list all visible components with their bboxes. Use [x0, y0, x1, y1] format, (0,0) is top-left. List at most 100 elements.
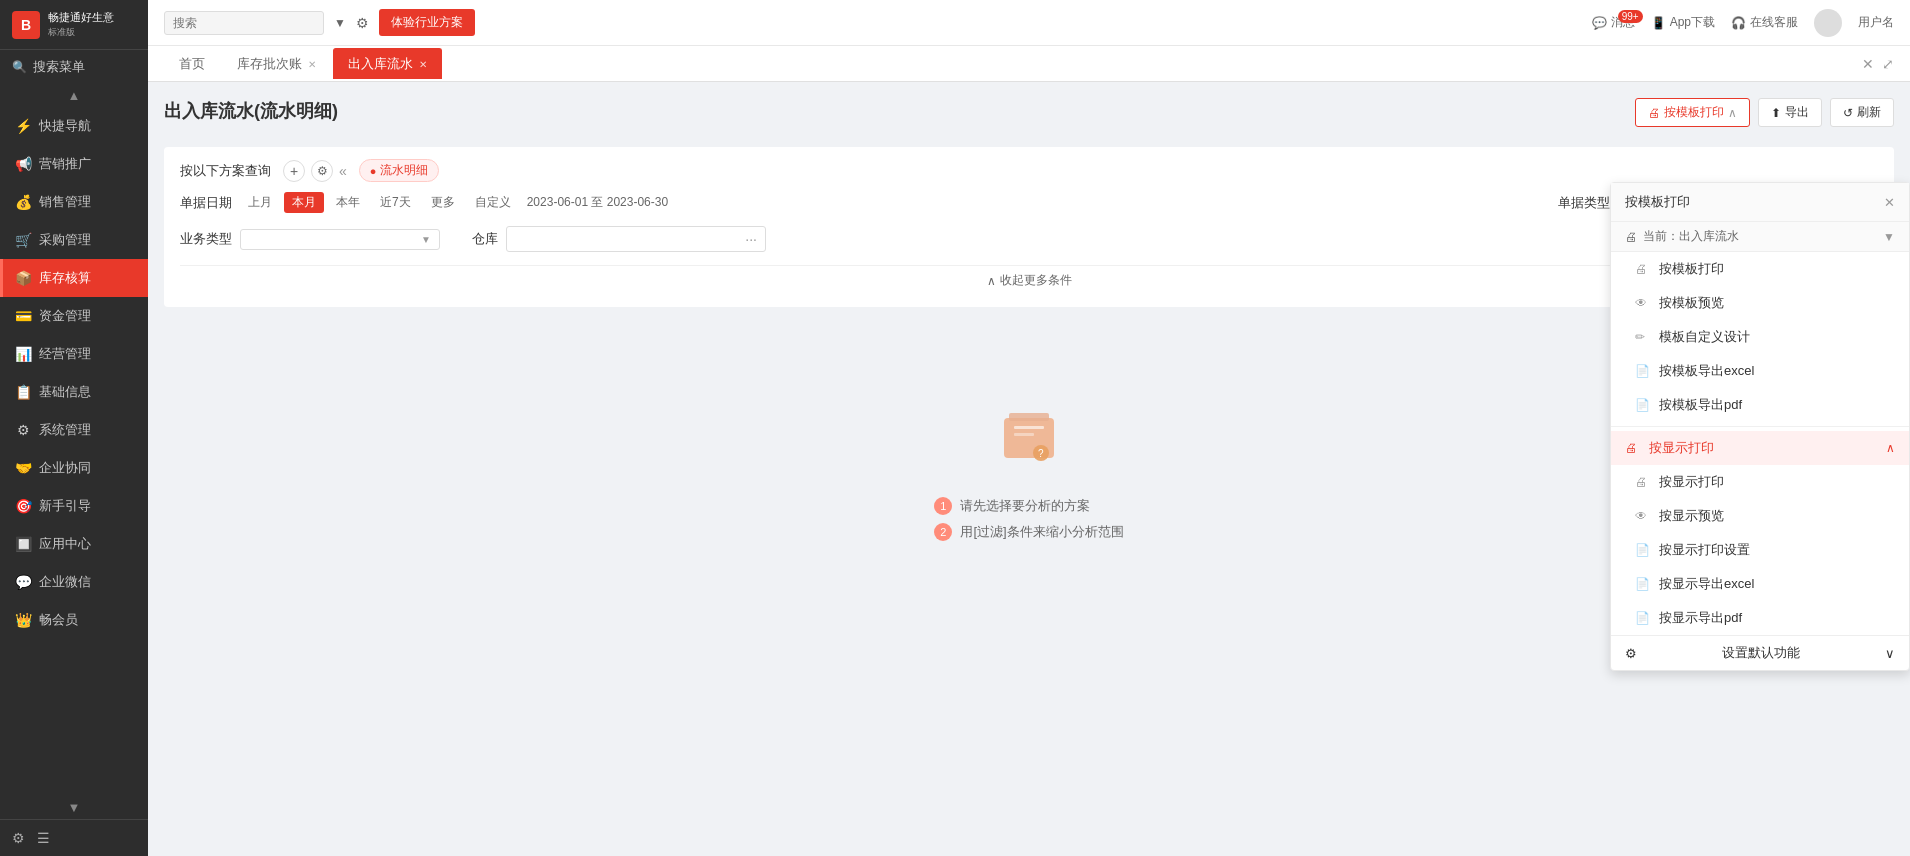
date-btn-prev-month[interactable]: 上月: [240, 192, 280, 213]
dropdown-header-actions: ✕: [1884, 195, 1895, 210]
date-btn-current-year[interactable]: 本年: [328, 192, 368, 213]
dropdown-current: 🖨 当前：出入库流水 ▼: [1611, 222, 1909, 252]
topbar-right: 💬 消息 99+ 📱 App下载 🎧 在线客服 用户名: [1592, 9, 1894, 37]
quick-nav-icon: ⚡: [15, 118, 31, 134]
settings-icon[interactable]: ⚙: [12, 830, 25, 846]
sidebar-item-vip[interactable]: 👑 畅会员: [0, 601, 148, 639]
sidebar-item-weapp[interactable]: 💬 企业微信: [0, 563, 148, 601]
purchase-icon: 🛒: [15, 232, 31, 248]
date-btn-current-month[interactable]: 本月: [284, 192, 324, 213]
sidebar-item-label: 系统管理: [39, 421, 91, 439]
tab-batch-close[interactable]: ✕: [308, 59, 316, 70]
svg-rect-3: [1014, 433, 1034, 436]
username[interactable]: 用户名: [1858, 14, 1894, 31]
dropdown-footer-icon: ⚙: [1625, 646, 1637, 661]
sidebar-item-marketing[interactable]: 📢 营销推广: [0, 145, 148, 183]
export-btn[interactable]: ⬆ 导出: [1758, 98, 1822, 127]
dropdown-template-pdf[interactable]: 📄 按模板导出pdf: [1611, 388, 1909, 422]
tab-batch-label: 库存批次账: [237, 55, 302, 73]
display-print-label: 按显示打印: [1659, 473, 1724, 491]
sidebar-item-purchase[interactable]: 🛒 采购管理: [0, 221, 148, 259]
template-custom-label: 模板自定义设计: [1659, 328, 1750, 346]
print-chevron[interactable]: ∧: [1728, 106, 1737, 120]
empty-steps: 1 请先选择要分析的方案 2 用[过滤]条件来缩小分析范围: [934, 497, 1123, 541]
tab-batch[interactable]: 库存批次账 ✕: [222, 48, 331, 79]
dropdown-display-print-header[interactable]: 🖨 按显示打印 ∧: [1611, 431, 1909, 465]
dropdown-close-icon[interactable]: ✕: [1884, 195, 1895, 210]
export-icon: ⬆: [1771, 106, 1781, 120]
vip-icon: 👑: [15, 612, 31, 628]
filter-add-btn[interactable]: +: [283, 160, 305, 182]
dropdown-template-excel[interactable]: 📄 按模板导出excel: [1611, 354, 1909, 388]
warehouse-more-icon[interactable]: ···: [745, 231, 757, 247]
svg-rect-2: [1014, 426, 1044, 429]
warehouse-select[interactable]: ···: [506, 226, 766, 252]
inventory-icon: 📦: [15, 270, 31, 286]
collapse-up-icon: ∧: [987, 274, 996, 288]
pdf-icon: 📄: [1635, 398, 1651, 412]
sidebar-item-guide[interactable]: 🎯 新手引导: [0, 487, 148, 525]
dropdown-template-print[interactable]: 🖨 按模板打印: [1611, 252, 1909, 286]
sidebar-item-basic[interactable]: 📋 基础信息: [0, 373, 148, 411]
main-content: ▼ ⚙ 体验行业方案 💬 消息 99+ 📱 App下载 🎧 在线客服 用户: [148, 0, 1910, 856]
msg-btn[interactable]: 💬 消息 99+: [1592, 14, 1635, 31]
sidebar-item-inventory[interactable]: 📦 库存核算: [0, 259, 148, 297]
topbar-dropdown-arrow[interactable]: ▼: [334, 16, 346, 30]
dropdown-display-preview[interactable]: 👁 按显示预览: [1611, 499, 1909, 533]
filter-chip[interactable]: ● 流水明细: [359, 159, 440, 182]
tab-close-all-icon[interactable]: ✕: [1862, 56, 1874, 72]
tab-expand-icon[interactable]: ⤢: [1882, 56, 1894, 72]
dropdown-display-print[interactable]: 🖨 按显示打印: [1611, 465, 1909, 499]
app-download-btn[interactable]: 📱 App下载: [1651, 14, 1715, 31]
sidebar-item-operation[interactable]: 📊 经营管理: [0, 335, 148, 373]
dropdown-template-preview[interactable]: 👁 按模板预览: [1611, 286, 1909, 320]
dropdown-footer-arrow: ∨: [1885, 646, 1895, 661]
sidebar-item-sales[interactable]: 💰 销售管理: [0, 183, 148, 221]
dropdown-template-custom[interactable]: ✏ 模板自定义设计: [1611, 320, 1909, 354]
date-btn-custom[interactable]: 自定义: [467, 192, 519, 213]
service-btn[interactable]: 🎧 在线客服: [1731, 14, 1798, 31]
topbar-gear-icon[interactable]: ⚙: [356, 15, 369, 31]
filter-collapse-btn[interactable]: «: [339, 163, 347, 179]
print-btn[interactable]: 🖨 按模板打印 ∧: [1635, 98, 1750, 127]
search-icon: 🔍: [12, 60, 27, 74]
topbar-search-input[interactable]: [164, 11, 324, 35]
date-btn-last7[interactable]: 近7天: [372, 192, 419, 213]
display-print-header-icon: 🖨: [1625, 441, 1641, 455]
basic-icon: 📋: [15, 384, 31, 400]
sidebar-item-apps[interactable]: 🔲 应用中心: [0, 525, 148, 563]
user-avatar[interactable]: [1814, 9, 1842, 37]
dropdown-display-settings[interactable]: 📄 按显示打印设置: [1611, 533, 1909, 567]
tab-home[interactable]: 首页: [164, 48, 220, 79]
sidebar-item-system[interactable]: ⚙ 系统管理: [0, 411, 148, 449]
biz-type-section: 业务类型 ▼: [180, 229, 440, 250]
sidebar-item-quick-nav[interactable]: ⚡ 快捷导航: [0, 107, 148, 145]
filter-title-label: 按以下方案查询: [180, 162, 271, 180]
dropdown-display-excel[interactable]: 📄 按显示导出excel: [1611, 567, 1909, 601]
current-arrow[interactable]: ▼: [1883, 230, 1895, 244]
template-pdf-label: 按模板导出pdf: [1659, 396, 1742, 414]
chip-label: 流水明细: [380, 162, 428, 179]
dropdown-footer[interactable]: ⚙ 设置默认功能 ∨: [1611, 635, 1909, 670]
msg-icon: 💬: [1592, 16, 1607, 30]
sidebar-search[interactable]: 🔍 搜索菜单: [0, 50, 148, 84]
refresh-btn[interactable]: ↺ 刷新: [1830, 98, 1894, 127]
tabbar-controls: ✕ ⤢: [1862, 56, 1894, 72]
empty-step-2: 2 用[过滤]条件来缩小分析范围: [934, 523, 1123, 541]
menu-toggle-icon[interactable]: ☰: [37, 830, 50, 846]
sidebar-item-finance[interactable]: 💳 资金管理: [0, 297, 148, 335]
dropdown-display-pdf[interactable]: 📄 按显示导出pdf: [1611, 601, 1909, 635]
tab-flow[interactable]: 出入库流水 ✕: [333, 48, 442, 79]
sidebar-item-corp[interactable]: 🤝 企业协同: [0, 449, 148, 487]
scroll-up-btn[interactable]: ▲: [0, 84, 148, 107]
scroll-down-btn[interactable]: ▼: [0, 796, 148, 819]
date-btn-more[interactable]: 更多: [423, 192, 463, 213]
template-preview-label: 按模板预览: [1659, 294, 1724, 312]
biz-type-select[interactable]: ▼: [240, 229, 440, 250]
logo-text: 畅捷通好生意: [48, 10, 114, 25]
industry-btn[interactable]: 体验行业方案: [379, 9, 475, 36]
tab-flow-close[interactable]: ✕: [419, 59, 427, 70]
filter-settings-btn[interactable]: ⚙: [311, 160, 333, 182]
biz-type-arrow: ▼: [421, 234, 431, 245]
sidebar: B 畅捷通好生意 标准版 🔍 搜索菜单 ▲ ⚡ 快捷导航 📢 营销推广 💰 销售…: [0, 0, 148, 856]
